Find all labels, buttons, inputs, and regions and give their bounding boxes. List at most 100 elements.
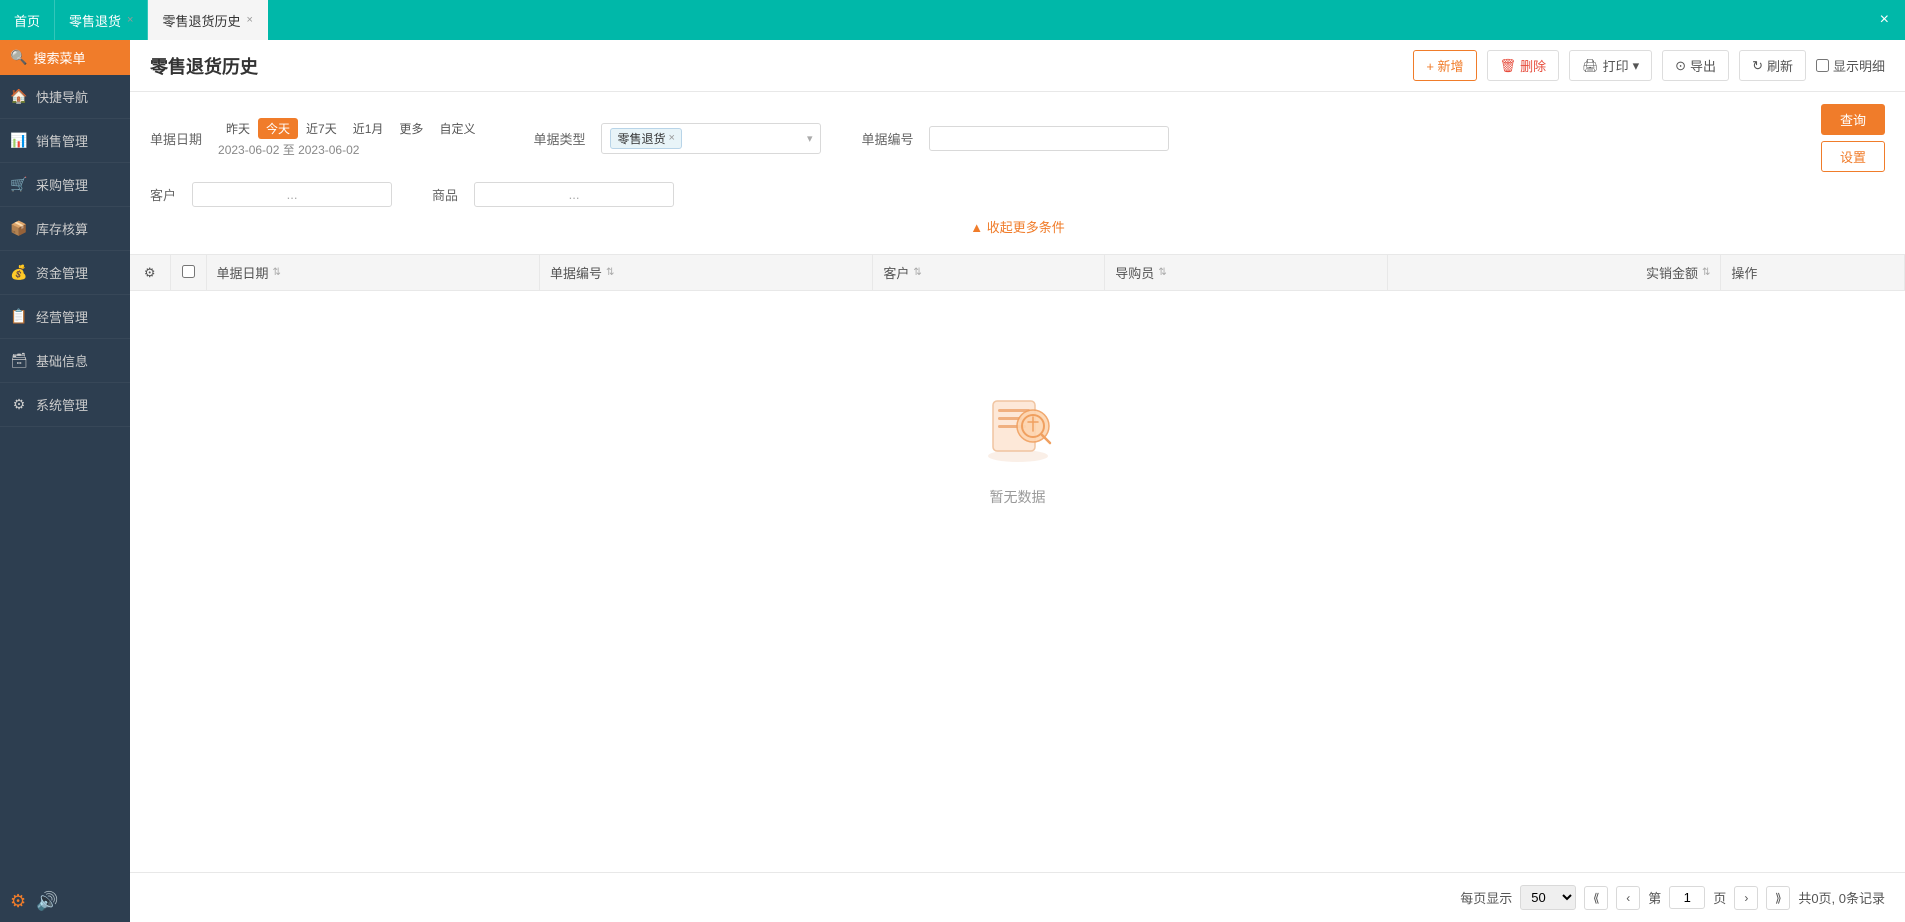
sidebar: 🔍 搜索菜单 🏠 快捷导航 📊 销售管理 🛒 采购管理 📦 库存核算 💰 资金管… bbox=[0, 40, 130, 922]
th-amount[interactable]: 实销金额 ⇅ bbox=[1387, 255, 1720, 291]
customer-filter-col: 客户 ... bbox=[150, 182, 392, 207]
tab-return-close[interactable]: × bbox=[127, 14, 133, 26]
date-options: 昨天 今天 近7天 近1月 更多 自定义 bbox=[218, 118, 483, 139]
empty-illustration bbox=[968, 371, 1068, 471]
delete-label: 删除 bbox=[1520, 56, 1546, 75]
th-number-sort: ⇅ bbox=[606, 267, 614, 278]
date-option-more[interactable]: 更多 bbox=[391, 118, 431, 139]
th-number-label: 单据编号 bbox=[550, 263, 602, 282]
export-button[interactable]: ⊙ 导出 bbox=[1662, 50, 1729, 81]
last-page-button[interactable]: ⟫ bbox=[1766, 886, 1790, 910]
current-page-input[interactable] bbox=[1669, 886, 1705, 909]
purchase-icon: 🛒 bbox=[10, 176, 28, 194]
prev-page-button[interactable]: ‹ bbox=[1616, 886, 1640, 910]
sidebar-item-quick-nav[interactable]: 🏠 快捷导航 bbox=[0, 75, 130, 119]
sidebar-item-operations[interactable]: 📋 经营管理 bbox=[0, 295, 130, 339]
display-detail-wrap: 显示明细 bbox=[1816, 56, 1885, 75]
sidebar-item-finance[interactable]: 💰 资金管理 bbox=[0, 251, 130, 295]
sidebar-item-inventory[interactable]: 📦 库存核算 bbox=[0, 207, 130, 251]
doc-number-input[interactable] bbox=[929, 126, 1169, 151]
print-label: 打印 bbox=[1603, 56, 1629, 75]
sidebar-search-label: 搜索菜单 bbox=[33, 48, 85, 67]
doc-type-tag-close[interactable]: × bbox=[668, 132, 674, 144]
sidebar-item-purchase[interactable]: 🛒 采购管理 bbox=[0, 163, 130, 207]
th-customer-label: 客户 bbox=[883, 263, 909, 282]
sidebar-search[interactable]: 🔍 搜索菜单 bbox=[0, 40, 130, 75]
customer-input[interactable]: ... bbox=[192, 182, 392, 207]
date-range-display: 2023-06-02 至 2023-06-02 bbox=[218, 141, 493, 158]
date-filter-col: 单据日期 昨天 今天 近7天 近1月 更多 自定义 2023-06-02 至 2… bbox=[150, 118, 493, 158]
sidebar-item-sales[interactable]: 📊 销售管理 bbox=[0, 119, 130, 163]
date-option-today[interactable]: 今天 bbox=[258, 118, 298, 139]
collapse-more-label: ▲ 收起更多条件 bbox=[970, 217, 1064, 236]
refresh-button[interactable]: ↻ 刷新 bbox=[1739, 50, 1806, 81]
operations-icon: 📋 bbox=[10, 308, 28, 326]
print-button[interactable]: 🖨 打印 ▾ bbox=[1569, 50, 1652, 81]
date-option-yesterday[interactable]: 昨天 bbox=[218, 118, 258, 139]
date-option-1month[interactable]: 近1月 bbox=[345, 118, 392, 139]
th-number[interactable]: 单据编号 ⇅ bbox=[539, 255, 872, 291]
th-guide-label: 导购员 bbox=[1115, 263, 1154, 282]
per-page-select[interactable]: 10 20 50 100 bbox=[1520, 885, 1576, 910]
sidebar-item-basic-info-label: 基础信息 bbox=[36, 351, 88, 370]
quick-nav-icon: 🏠 bbox=[10, 88, 28, 106]
sidebar-bottom: ⚙ 🔊 bbox=[0, 881, 130, 922]
empty-state: 暂无数据 bbox=[130, 291, 1905, 587]
settings-gear-icon[interactable]: ⚙ bbox=[10, 891, 26, 912]
sidebar-item-inventory-label: 库存核算 bbox=[36, 219, 88, 238]
new-button[interactable]: + 新增 bbox=[1413, 50, 1476, 81]
settings-button[interactable]: 设置 bbox=[1821, 141, 1885, 172]
doc-type-tag: 零售退货 × bbox=[610, 128, 681, 149]
delete-button[interactable]: 🗑 删除 bbox=[1487, 50, 1560, 81]
tab-return-history-close[interactable]: × bbox=[246, 14, 252, 26]
th-action: 操作 bbox=[1721, 255, 1905, 291]
sidebar-item-purchase-label: 采购管理 bbox=[36, 175, 88, 194]
date-option-custom[interactable]: 自定义 bbox=[431, 118, 483, 139]
th-settings[interactable]: ⚙ bbox=[130, 255, 170, 291]
th-date[interactable]: 单据日期 ⇅ bbox=[206, 255, 539, 291]
product-label: 商品 bbox=[432, 185, 458, 204]
date-option-7days[interactable]: 近7天 bbox=[298, 118, 345, 139]
sales-icon: 📊 bbox=[10, 132, 28, 150]
customer-label: 客户 bbox=[150, 185, 176, 204]
search-icon: 🔍 bbox=[10, 49, 27, 66]
page-label-suffix: 页 bbox=[1713, 888, 1726, 907]
th-action-label: 操作 bbox=[1731, 266, 1757, 281]
product-filter-col: 商品 ... bbox=[432, 182, 674, 207]
tab-return-history[interactable]: 零售退货历史 × bbox=[148, 0, 267, 40]
th-guide-sort: ⇅ bbox=[1158, 267, 1166, 278]
sidebar-item-basic-info[interactable]: 🗃 基础信息 bbox=[0, 339, 130, 383]
filter-area: 单据日期 昨天 今天 近7天 近1月 更多 自定义 2023-06-02 至 2… bbox=[130, 92, 1905, 255]
doc-number-label: 单据编号 bbox=[861, 129, 913, 148]
th-checkbox[interactable] bbox=[170, 255, 206, 291]
collapse-more-btn[interactable]: ▲ 收起更多条件 bbox=[150, 211, 1885, 242]
select-all-checkbox[interactable] bbox=[182, 265, 195, 278]
filter-row-2: 客户 ... 商品 ... bbox=[150, 182, 1885, 207]
tab-home[interactable]: 首页 bbox=[0, 0, 55, 40]
display-detail-checkbox[interactable] bbox=[1816, 59, 1829, 72]
date-filter-label: 单据日期 bbox=[150, 129, 202, 148]
window-close-button[interactable]: × bbox=[1864, 11, 1905, 29]
inventory-icon: 📦 bbox=[10, 220, 28, 238]
doc-type-select[interactable]: 零售退货 × ▾ bbox=[601, 123, 821, 154]
th-guide[interactable]: 导购员 ⇅ bbox=[1105, 255, 1388, 291]
refresh-label: 刷新 bbox=[1767, 56, 1793, 75]
date-block: 昨天 今天 近7天 近1月 更多 自定义 2023-06-02 至 2023-0… bbox=[218, 118, 493, 158]
volume-icon[interactable]: 🔊 bbox=[36, 891, 58, 912]
table-container: ⚙ 单据日期 ⇅ 单据编号 bbox=[130, 255, 1905, 872]
table-header: ⚙ 单据日期 ⇅ 单据编号 bbox=[130, 255, 1905, 291]
tab-return[interactable]: 零售退货 × bbox=[55, 0, 148, 40]
query-button[interactable]: 查询 bbox=[1821, 104, 1885, 135]
th-customer[interactable]: 客户 ⇅ bbox=[873, 255, 1105, 291]
th-date-label: 单据日期 bbox=[217, 263, 269, 282]
th-amount-label: 实销金额 bbox=[1646, 263, 1698, 282]
doc-number-filter-col: 单据编号 bbox=[861, 126, 1169, 151]
top-bar: 首页 零售退货 × 零售退货历史 × × bbox=[0, 0, 1905, 40]
sidebar-item-system[interactable]: ⚙ 系统管理 bbox=[0, 383, 130, 427]
doc-type-label: 单据类型 bbox=[533, 129, 585, 148]
export-icon: ⊙ bbox=[1675, 58, 1686, 74]
product-input[interactable]: ... bbox=[474, 182, 674, 207]
sidebar-item-system-label: 系统管理 bbox=[36, 395, 88, 414]
next-page-button[interactable]: › bbox=[1734, 886, 1758, 910]
first-page-button[interactable]: ⟪ bbox=[1584, 886, 1608, 910]
